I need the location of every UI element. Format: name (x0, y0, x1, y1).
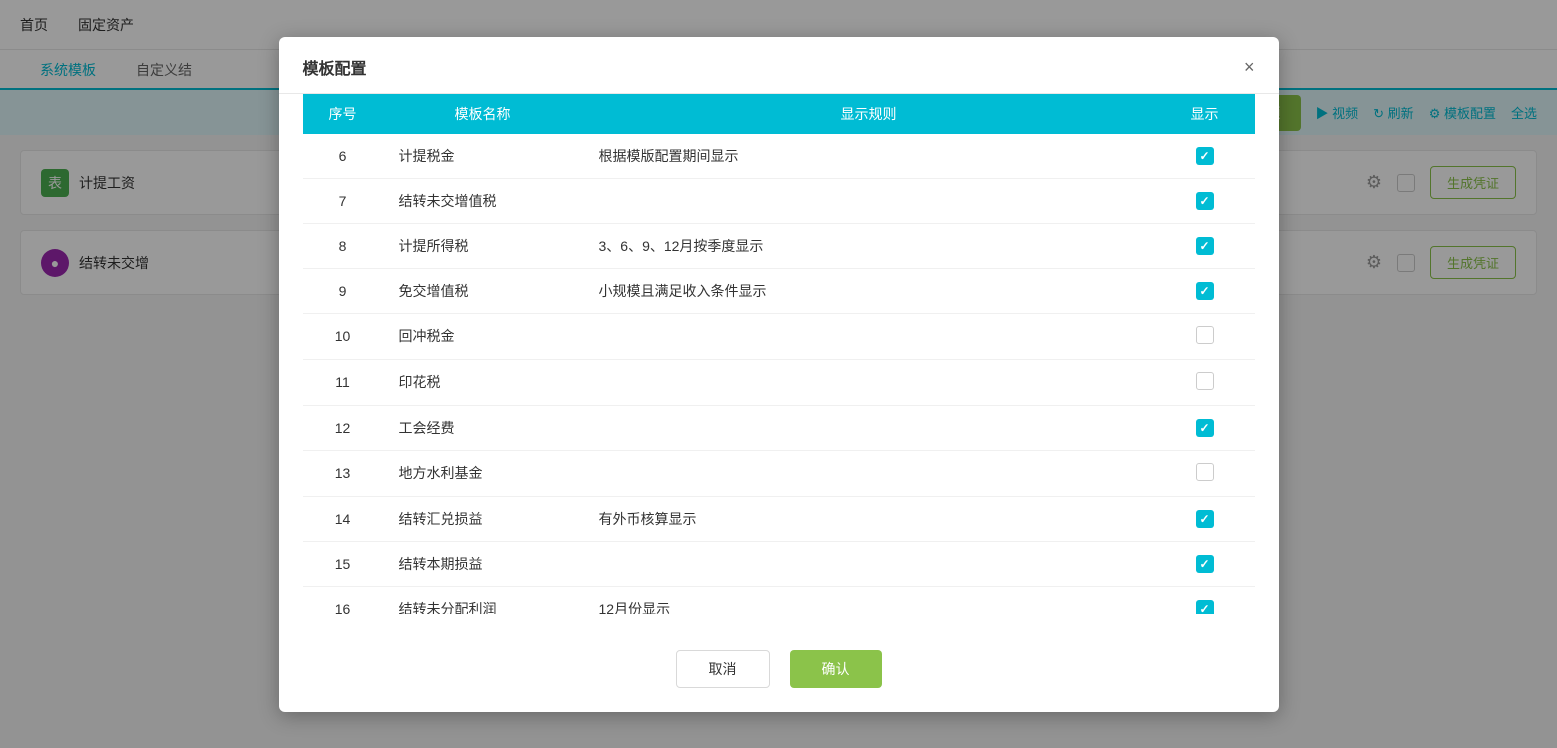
modal-footer: 取消 确认 (279, 634, 1279, 712)
table-row: 14结转汇兑损益有外币核算显示 (303, 496, 1255, 541)
cell-name-5: 印花税 (383, 359, 583, 405)
cell-name-6: 工会经费 (383, 405, 583, 450)
cell-name-8: 结转汇兑损益 (383, 496, 583, 541)
table-row: 12工会经费 (303, 405, 1255, 450)
table-row: 8计提所得税3、6、9、12月按季度显示 (303, 223, 1255, 268)
cell-rule-5 (583, 359, 1155, 405)
checkbox-checked-2[interactable] (1196, 237, 1214, 255)
cell-no-10: 16 (303, 586, 383, 614)
table-row: 16结转未分配利润12月份显示 (303, 586, 1255, 614)
checkbox-checked-9[interactable] (1196, 555, 1214, 573)
cell-show-6[interactable] (1155, 405, 1255, 450)
table-row: 6计提税金根据模版配置期间显示 (303, 134, 1255, 179)
cell-show-1[interactable] (1155, 178, 1255, 223)
cell-no-4: 10 (303, 313, 383, 359)
cell-name-7: 地方水利基金 (383, 450, 583, 496)
cell-no-9: 15 (303, 541, 383, 586)
cell-show-10[interactable] (1155, 586, 1255, 614)
cell-name-9: 结转本期损益 (383, 541, 583, 586)
cell-rule-0: 根据模版配置期间显示 (583, 134, 1155, 179)
cell-name-2: 计提所得税 (383, 223, 583, 268)
cell-name-10: 结转未分配利润 (383, 586, 583, 614)
modal-overlay: 模板配置 × 序号 模板名称 显示规则 显示 6计提税金根据模版配置期间显 (0, 0, 1557, 748)
th-rule: 显示规则 (583, 94, 1155, 134)
cancel-button[interactable]: 取消 (676, 650, 770, 688)
checkbox-checked-8[interactable] (1196, 510, 1214, 528)
cell-no-5: 11 (303, 359, 383, 405)
cell-name-1: 结转未交增值税 (383, 178, 583, 223)
table-row: 10回冲税金 (303, 313, 1255, 359)
cell-no-7: 13 (303, 450, 383, 496)
table-header-row: 序号 模板名称 显示规则 显示 (303, 94, 1255, 134)
cell-no-0: 6 (303, 134, 383, 179)
cell-show-4[interactable] (1155, 313, 1255, 359)
cell-show-7[interactable] (1155, 450, 1255, 496)
th-name: 模板名称 (383, 94, 583, 134)
cell-show-2[interactable] (1155, 223, 1255, 268)
table-body: 6计提税金根据模版配置期间显示7结转未交增值税8计提所得税3、6、9、12月按季… (303, 134, 1255, 614)
cell-show-8[interactable] (1155, 496, 1255, 541)
cell-rule-9 (583, 541, 1155, 586)
table-row: 11印花税 (303, 359, 1255, 405)
confirm-button[interactable]: 确认 (790, 650, 882, 688)
checkbox-empty-5[interactable] (1196, 372, 1214, 390)
cell-name-3: 免交增值税 (383, 268, 583, 313)
table-row: 7结转未交增值税 (303, 178, 1255, 223)
cell-name-0: 计提税金 (383, 134, 583, 179)
cell-no-6: 12 (303, 405, 383, 450)
cell-no-1: 7 (303, 178, 383, 223)
cell-rule-1 (583, 178, 1155, 223)
modal-template-config: 模板配置 × 序号 模板名称 显示规则 显示 6计提税金根据模版配置期间显 (279, 37, 1279, 712)
checkbox-checked-0[interactable] (1196, 147, 1214, 165)
checkbox-checked-3[interactable] (1196, 282, 1214, 300)
cell-rule-7 (583, 450, 1155, 496)
cell-show-0[interactable] (1155, 134, 1255, 179)
table-scroll[interactable]: 序号 模板名称 显示规则 显示 6计提税金根据模版配置期间显示7结转未交增值税8… (303, 94, 1255, 614)
checkbox-checked-6[interactable] (1196, 419, 1214, 437)
th-no: 序号 (303, 94, 383, 134)
modal-title: 模板配置 (303, 55, 367, 79)
modal-header: 模板配置 × (279, 37, 1279, 94)
checkbox-checked-10[interactable] (1196, 600, 1214, 614)
table-row: 13地方水利基金 (303, 450, 1255, 496)
modal-body: 序号 模板名称 显示规则 显示 6计提税金根据模版配置期间显示7结转未交增值税8… (279, 94, 1279, 634)
table-row: 9免交增值税小规模且满足收入条件显示 (303, 268, 1255, 313)
config-table: 序号 模板名称 显示规则 显示 6计提税金根据模版配置期间显示7结转未交增值税8… (303, 94, 1255, 614)
cell-no-2: 8 (303, 223, 383, 268)
checkbox-checked-1[interactable] (1196, 192, 1214, 210)
table-row: 15结转本期损益 (303, 541, 1255, 586)
cell-rule-4 (583, 313, 1155, 359)
cell-rule-3: 小规模且满足收入条件显示 (583, 268, 1155, 313)
cell-show-9[interactable] (1155, 541, 1255, 586)
modal-close-button[interactable]: × (1244, 58, 1255, 76)
cell-name-4: 回冲税金 (383, 313, 583, 359)
checkbox-empty-4[interactable] (1196, 326, 1214, 344)
cell-rule-8: 有外币核算显示 (583, 496, 1155, 541)
cell-show-5[interactable] (1155, 359, 1255, 405)
cell-rule-2: 3、6、9、12月按季度显示 (583, 223, 1155, 268)
cell-no-8: 14 (303, 496, 383, 541)
cell-rule-6 (583, 405, 1155, 450)
cell-rule-10: 12月份显示 (583, 586, 1155, 614)
checkbox-empty-7[interactable] (1196, 463, 1214, 481)
cell-no-3: 9 (303, 268, 383, 313)
th-show: 显示 (1155, 94, 1255, 134)
cell-show-3[interactable] (1155, 268, 1255, 313)
